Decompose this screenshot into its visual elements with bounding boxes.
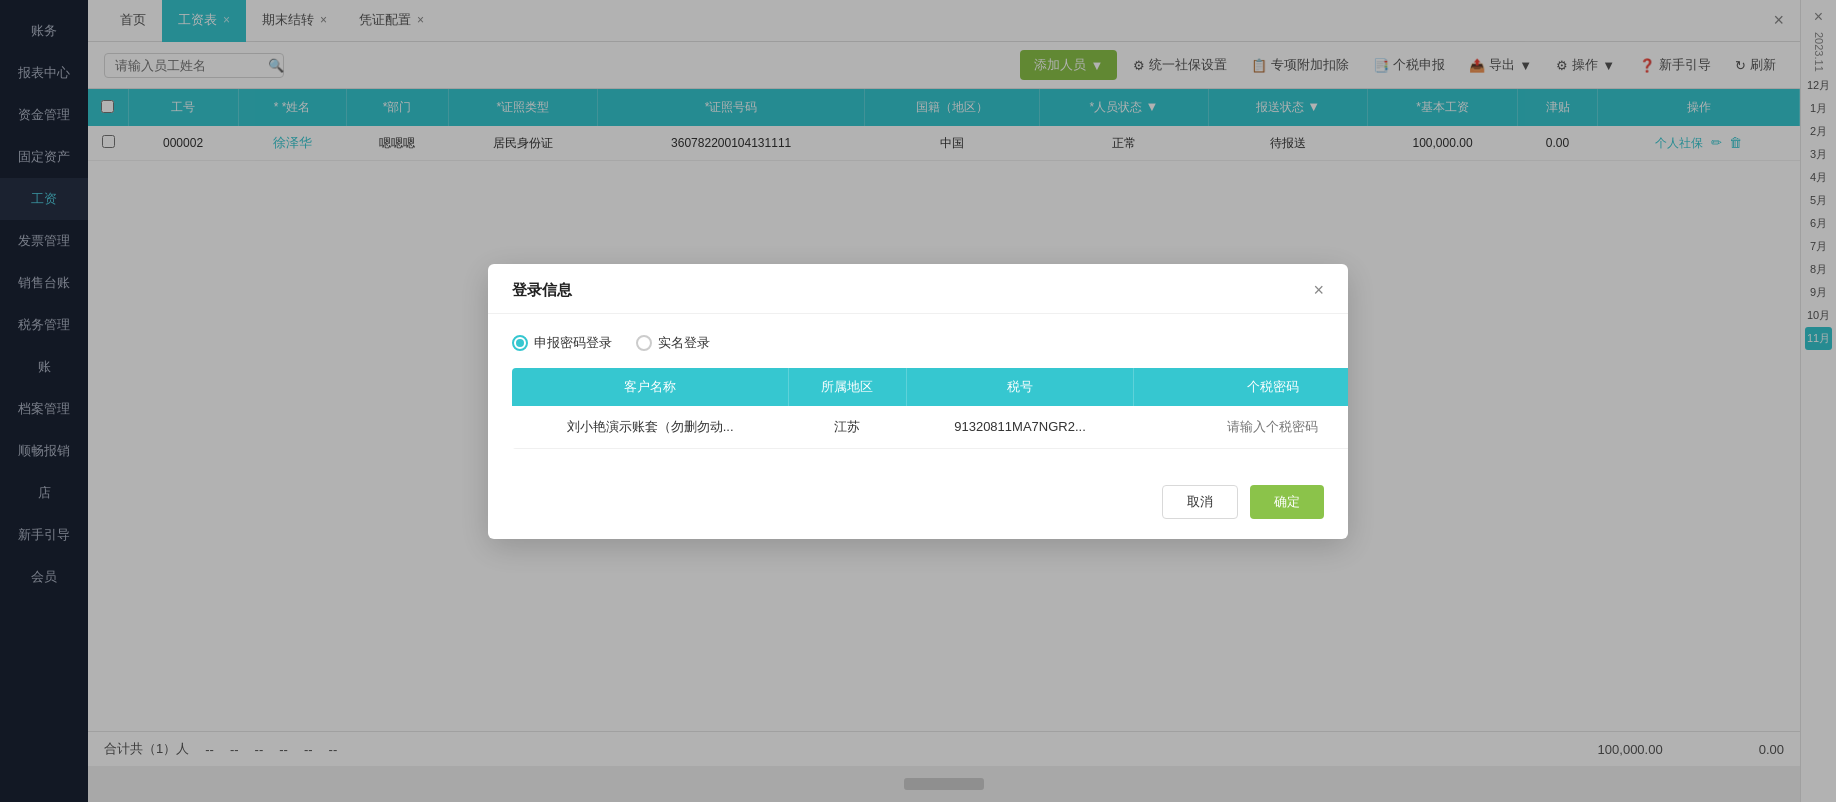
dialog-th-所属地区: 所属地区 <box>788 368 906 406</box>
dialog-row-所属地区: 江苏 <box>788 406 906 449</box>
dialog-row-税号: 91320811MA7NGR2... <box>906 406 1133 449</box>
dialog-th-客户名称: 客户名称 <box>512 368 788 406</box>
confirm-button[interactable]: 确定 <box>1250 485 1324 519</box>
radio-申报密码登录[interactable]: 申报密码登录 <box>512 334 612 352</box>
dialog-close-icon[interactable]: × <box>1313 280 1324 301</box>
dialog-row-个税密码 <box>1134 406 1348 449</box>
dialog-th-税号: 税号 <box>906 368 1133 406</box>
dialog-th-个税密码: 个税密码 <box>1134 368 1348 406</box>
dialog-title: 登录信息 <box>512 281 572 300</box>
dialog-table: 客户名称 所属地区 税号 个税密码 刘小艳演示账套（勿删勿动... 江苏 913… <box>512 368 1348 449</box>
dialog-body: 申报密码登录 实名登录 客户名称 所属地区 税号 个税密码 <box>488 314 1348 469</box>
radio-circle-实名登录 <box>636 335 652 351</box>
radio-circle-申报密码登录 <box>512 335 528 351</box>
dialog-footer: 取消 确定 <box>488 469 1348 539</box>
dialog-row-客户名称: 刘小艳演示账套（勿删勿动... <box>512 406 788 449</box>
radio-实名登录[interactable]: 实名登录 <box>636 334 710 352</box>
cancel-button[interactable]: 取消 <box>1162 485 1238 519</box>
dialog-header: 登录信息 × <box>488 264 1348 314</box>
tax-password-input[interactable] <box>1150 419 1348 434</box>
dialog-overlay: 登录信息 × 申报密码登录 实名登录 客户名称 所属地区 <box>0 0 1836 802</box>
radio-group: 申报密码登录 实名登录 <box>512 334 1324 352</box>
login-info-dialog: 登录信息 × 申报密码登录 实名登录 客户名称 所属地区 <box>488 264 1348 539</box>
dialog-table-row: 刘小艳演示账套（勿删勿动... 江苏 91320811MA7NGR2... <box>512 406 1348 449</box>
